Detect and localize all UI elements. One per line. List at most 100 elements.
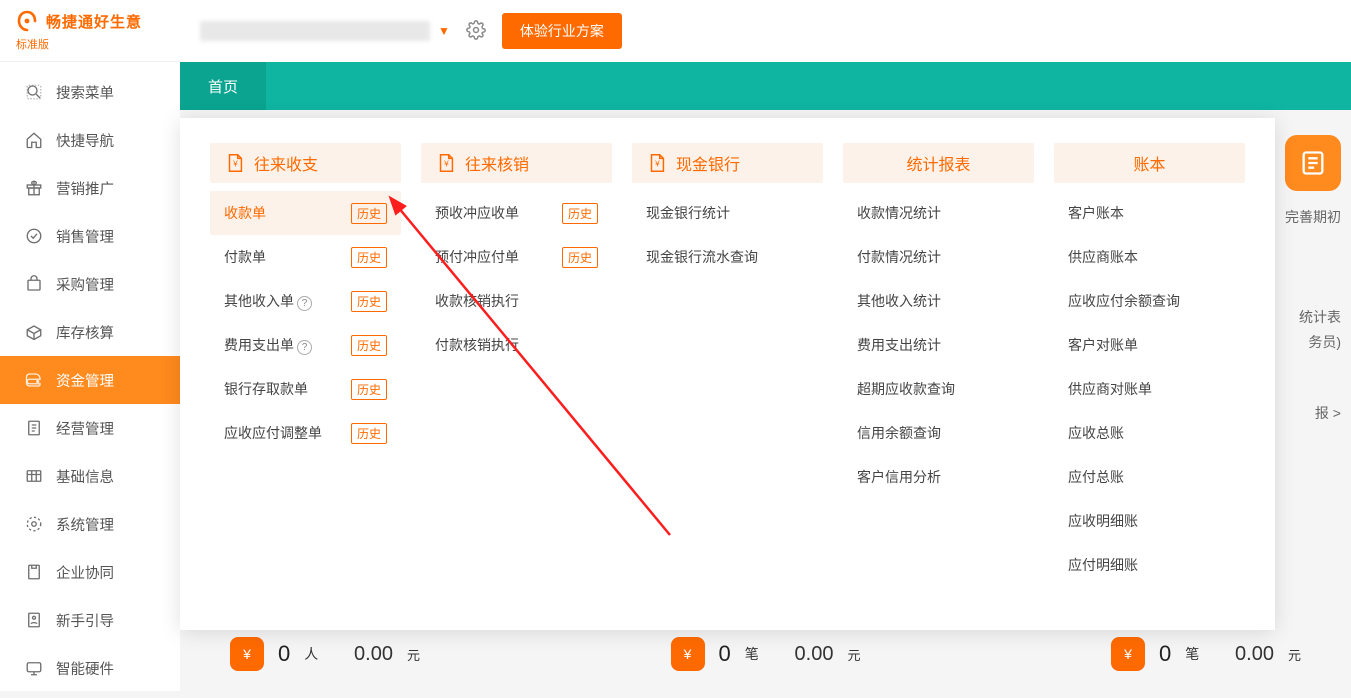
flyout-menu-item[interactable]: 付款核销执行 [421,323,612,367]
sidebar-item-label: 新手引导 [56,610,114,631]
sidebar-item-label: 库存核算 [56,322,114,343]
history-badge[interactable]: 历史 [351,203,387,224]
sidebar-item-label: 资金管理 [56,370,114,391]
stat-chip-orders: ¥ 0笔 0.00元 [671,637,861,671]
box-icon [24,322,44,342]
bg-brief[interactable]: 报 > [1285,401,1341,426]
menu-item-label: 付款单 [224,247,266,267]
sidebar-item-label: 基础信息 [56,466,114,487]
tab-home[interactable]: 首页 [180,62,266,110]
tenant-name-redacted [200,21,430,41]
flyout-menu-item[interactable]: 客户账本 [1054,191,1245,235]
tenant-selector[interactable]: ▼ [200,21,450,41]
sidebar-item-2[interactable]: 营销推广 [0,164,180,212]
doc-icon: ¥ [646,152,668,174]
sidebar-item-9[interactable]: 系统管理 [0,500,180,548]
sidebar-item-5[interactable]: 库存核算 [0,308,180,356]
flyout-col-header: ¥往来收支 [210,143,401,183]
stat-orders-icon: ¥ [671,637,705,671]
stat-other-count: 0 [1159,641,1171,667]
menu-item-label: 费用支出统计 [857,335,941,355]
stat-orders-count: 0 [719,641,731,667]
menu-item-label: 预收冲应收单 [435,203,519,223]
menu-item-label: 收款核销执行 [435,291,519,311]
team-icon [24,562,44,582]
stat-other-icon: ¥ [1111,637,1145,671]
stat-people-currency: 元 [407,645,420,664]
stat-other-currency: 元 [1288,645,1301,664]
history-badge[interactable]: 历史 [351,335,387,356]
history-badge[interactable]: 历史 [562,203,598,224]
help-icon[interactable]: ? [297,296,312,311]
sidebar-item-label: 智能硬件 [56,658,114,679]
gear-icon[interactable] [466,20,486,43]
sidebar-item-0[interactable]: 搜索菜单 [0,68,180,116]
flyout-menu-item[interactable]: 应付明细账 [1054,543,1245,587]
flyout-menu-item[interactable]: 超期应收款查询 [843,367,1034,411]
menu-item-label: 预付冲应付单 [435,247,519,267]
flyout-menu-item[interactable]: 信用余额查询 [843,411,1034,455]
flyout-menu-item[interactable]: 费用支出单? 历史 [210,323,401,367]
sidebar-item-6[interactable]: 资金管理 [0,356,180,404]
history-badge[interactable]: 历史 [562,247,598,268]
stats-card-icon[interactable] [1285,135,1341,191]
stat-people-icon: ¥ [230,637,264,671]
flyout-menu-item[interactable]: 付款单 历史 [210,235,401,279]
menu-item-label: 应收总账 [1068,423,1124,443]
sidebar-item-7[interactable]: 经营管理 [0,404,180,452]
tag-icon [24,226,44,246]
chevron-down-icon: ▼ [438,24,450,38]
menu-item-label: 供应商对账单 [1068,379,1152,399]
flyout-menu-item[interactable]: 应收总账 [1054,411,1245,455]
flyout-menu-item[interactable]: 现金银行流水查询 [632,235,823,279]
flyout-col-4: 账本客户账本供应商账本应收应付余额查询客户对账单供应商对账单应收总账应付总账应收… [1054,143,1245,595]
flyout-col-title: 统计报表 [906,151,970,175]
flyout-menu-item[interactable]: 付款情况统计 [843,235,1034,279]
flyout-menu-item[interactable]: 收款情况统计 [843,191,1034,235]
sidebar-item-10[interactable]: 企业协同 [0,548,180,596]
flyout-menu-item[interactable]: 应收应付调整单历史 [210,411,401,455]
sidebar-item-11[interactable]: 新手引导 [0,596,180,644]
stat-orders-amount: 0.00 [795,643,834,666]
flyout-col-3: 统计报表收款情况统计付款情况统计其他收入统计费用支出统计超期应收款查询信用余额查… [843,143,1034,595]
history-badge[interactable]: 历史 [351,291,387,312]
flyout-menu-item[interactable]: 收款核销执行 [421,279,612,323]
sidebar-item-1[interactable]: 快捷导航 [0,116,180,164]
flyout-menu-item[interactable]: 客户信用分析 [843,455,1034,499]
industry-solution-button[interactable]: 体验行业方案 [502,13,622,49]
menu-item-label: 付款核销执行 [435,335,519,355]
flyout-menu-item[interactable]: 应付总账 [1054,455,1245,499]
stat-orders-currency: 元 [847,645,860,664]
flyout-menu-item[interactable]: 供应商账本 [1054,235,1245,279]
gift-icon [24,178,44,198]
flyout-menu-item[interactable]: 其他收入统计 [843,279,1034,323]
sidebar-item-12[interactable]: 智能硬件 [0,644,180,692]
flyout-menu-item[interactable]: 供应商对账单 [1054,367,1245,411]
flyout-menu-item[interactable]: 现金银行统计 [632,191,823,235]
sidebar-item-8[interactable]: 基础信息 [0,452,180,500]
flyout-menu-item[interactable]: 收款单历史 [210,191,401,235]
flyout-menu-item[interactable]: 银行存取款单历史 [210,367,401,411]
sidebar-item-3[interactable]: 销售管理 [0,212,180,260]
brand-edition: 标准版 [16,36,166,52]
history-badge[interactable]: 历史 [351,379,387,400]
history-badge[interactable]: 历史 [351,247,387,268]
flyout-menu-item[interactable]: 费用支出统计 [843,323,1034,367]
brand-logo-icon [14,8,40,34]
logo-area: 畅捷通好生意 标准版 [0,0,180,62]
menu-item-label: 信用余额查询 [857,423,941,443]
flyout-menu-item[interactable]: 预收冲应收单 历史 [421,191,612,235]
sidebar-nav: 搜索菜单快捷导航营销推广销售管理采购管理库存核算资金管理经营管理基础信息系统管理… [0,62,180,698]
flyout-menu-item[interactable]: 其他收入单?历史 [210,279,401,323]
flyout-menu-item[interactable]: 应收应付余额查询 [1054,279,1245,323]
flyout-menu-item[interactable]: 客户对账单 [1054,323,1245,367]
help-icon[interactable]: ? [297,340,312,355]
stat-other-unit: 笔 [1185,644,1199,664]
menu-item-label: 费用支出单? [224,335,312,355]
history-badge[interactable]: 历史 [351,423,387,444]
sidebar-item-4[interactable]: 采购管理 [0,260,180,308]
flyout-menu-item[interactable]: 预付冲应付单 历史 [421,235,612,279]
cart-icon [24,274,44,294]
flyout-menu-item[interactable]: 应收明细账 [1054,499,1245,543]
flyout-col-title: 往来收支 [254,151,318,175]
